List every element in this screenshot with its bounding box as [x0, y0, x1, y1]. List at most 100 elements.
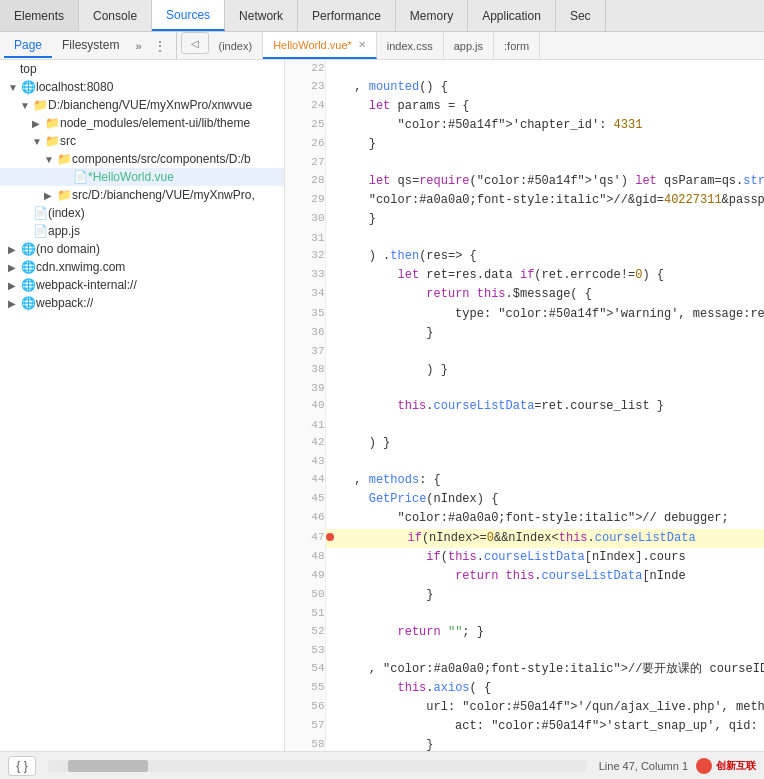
tab-sec[interactable]: Sec: [556, 0, 606, 31]
line-content[interactable]: ) }: [325, 434, 764, 453]
line-content[interactable]: }: [325, 324, 764, 343]
close-icon[interactable]: ✕: [358, 39, 366, 50]
line-number: 44: [285, 471, 325, 490]
more-button[interactable]: »: [129, 36, 147, 56]
arrow-icon: ▶: [8, 280, 20, 291]
tab-page[interactable]: Page: [4, 34, 52, 58]
line-content[interactable]: , "color:#a0a0a0;font-style:italic">//要开…: [325, 660, 764, 679]
tab-network[interactable]: Network: [225, 0, 298, 31]
folder-icon: 📁: [44, 116, 60, 130]
tree-item-srcdir[interactable]: ▶ 📁 src/D:/biancheng/VUE/myXnwPro,: [0, 186, 284, 204]
code-line: 49 return this.courseListData[nInde: [285, 567, 764, 586]
code-line: 45 GetPrice(nIndex) {: [285, 490, 764, 509]
line-content[interactable]: , mounted() {: [325, 78, 764, 97]
tree-item-cdn[interactable]: ▶ 🌐 cdn.xnwimg.com: [0, 258, 284, 276]
line-content[interactable]: }: [325, 135, 764, 154]
line-number: 49: [285, 567, 325, 586]
code-line: 26 }: [285, 135, 764, 154]
line-number: 24: [285, 97, 325, 116]
tree-item-index[interactable]: 📄 (index): [0, 204, 284, 222]
line-content[interactable]: type: "color:#50a14f">'warning', message…: [325, 305, 764, 324]
line-content[interactable]: this.courseListData=ret.course_list }: [325, 397, 764, 416]
tree-item-components[interactable]: ▼ 📁 components/src/components/D:/b: [0, 150, 284, 168]
line-content[interactable]: "color:#a0a0a0;font-style:italic">//&gid…: [325, 191, 764, 210]
line-content[interactable]: "color:#a0a0a0;font-style:italic">// deb…: [325, 509, 764, 528]
kebab-menu-button[interactable]: ⋮: [148, 35, 172, 57]
status-bar: { } Line 47, Column 1 创新互联: [0, 751, 764, 779]
line-content[interactable]: [325, 380, 764, 398]
line-content[interactable]: [325, 605, 764, 623]
line-content[interactable]: if(nIndex>=0&&nIndex<this.courseListData: [325, 529, 764, 548]
horizontal-scrollbar[interactable]: [48, 760, 587, 772]
line-number: 48: [285, 548, 325, 567]
domain-icon: 🌐: [20, 80, 36, 94]
line-number: 43: [285, 453, 325, 471]
tab-console[interactable]: Console: [79, 0, 152, 31]
line-number: 42: [285, 434, 325, 453]
line-content[interactable]: [325, 343, 764, 361]
line-content[interactable]: this.axios( {: [325, 679, 764, 698]
line-content[interactable]: let ret=res.data if(ret.errcode!=0) {: [325, 266, 764, 285]
tree-item-biancheng[interactable]: ▼ 📁 D:/biancheng/VUE/myXnwPro/xnwvue: [0, 96, 284, 114]
line-content[interactable]: }: [325, 736, 764, 751]
line-content[interactable]: [325, 453, 764, 471]
line-content[interactable]: ) .then(res=> {: [325, 247, 764, 266]
tree-item-webpack[interactable]: ▶ 🌐 webpack://: [0, 294, 284, 312]
line-content[interactable]: "color:#50a14f">'chapter_id': 4331: [325, 116, 764, 135]
tab-sources[interactable]: Sources: [152, 0, 225, 31]
code-table: 2223 , mounted() {24 let params = {25 "c…: [285, 60, 764, 751]
code-line: 51: [285, 605, 764, 623]
line-content[interactable]: GetPrice(nIndex) {: [325, 490, 764, 509]
line-content[interactable]: [325, 642, 764, 660]
file-tab-appjs[interactable]: app.js: [444, 32, 494, 59]
file-tab-form[interactable]: :form: [494, 32, 540, 59]
line-content[interactable]: url: "color:#50a14f">'/qun/ajax_live.php…: [325, 698, 764, 717]
file-tab-helloworld[interactable]: HelloWorld.vue* ✕: [263, 32, 377, 59]
line-content[interactable]: }: [325, 586, 764, 605]
tab-application[interactable]: Application: [468, 0, 556, 31]
breakpoint-icon: [326, 533, 334, 541]
line-content[interactable]: if(this.courseListData[nIndex].cours: [325, 548, 764, 567]
code-editor[interactable]: 2223 , mounted() {24 let params = {25 "c…: [285, 60, 764, 751]
line-content[interactable]: }: [325, 210, 764, 229]
tree-item-appjs[interactable]: 📄 app.js: [0, 222, 284, 240]
line-content[interactable]: return ""; }: [325, 623, 764, 642]
scrollbar-thumb[interactable]: [68, 760, 148, 772]
line-content[interactable]: let qs=require("color:#50a14f">'qs') let…: [325, 172, 764, 191]
line-content[interactable]: return this.$message( {: [325, 285, 764, 304]
line-number: 26: [285, 135, 325, 154]
tree-item-nodomain[interactable]: ▶ 🌐 (no domain): [0, 240, 284, 258]
tree-item-top[interactable]: top: [0, 60, 284, 78]
cursor-position: Line 47, Column 1: [599, 760, 688, 772]
tab-filesystem[interactable]: Filesystem: [52, 34, 129, 58]
code-line: 32 ) .then(res=> {: [285, 247, 764, 266]
folder-icon: 📁: [32, 98, 48, 112]
tree-item-helloworld-vue[interactable]: 📄 *HelloWorld.vue: [0, 168, 284, 186]
tab-elements[interactable]: Elements: [0, 0, 79, 31]
file-tab-indexcss[interactable]: index.css: [377, 32, 444, 59]
code-line: 57 act: "color:#50a14f">'start_snap_up',…: [285, 717, 764, 736]
format-button[interactable]: { }: [8, 756, 36, 776]
line-content[interactable]: [325, 230, 764, 248]
line-content[interactable]: act: "color:#50a14f">'start_snap_up', qi…: [325, 717, 764, 736]
line-content[interactable]: return this.courseListData[nInde: [325, 567, 764, 586]
arrow-icon: ▼: [20, 100, 32, 111]
code-line: 40 this.courseListData=ret.course_list }: [285, 397, 764, 416]
line-content[interactable]: let params = {: [325, 97, 764, 116]
line-content[interactable]: [325, 154, 764, 172]
file-tab-index[interactable]: (index): [209, 32, 264, 59]
line-content[interactable]: [325, 417, 764, 435]
line-content[interactable]: [325, 60, 764, 78]
tree-item-webpack-internal[interactable]: ▶ 🌐 webpack-internal://: [0, 276, 284, 294]
code-line: 35 type: "color:#50a14f">'warning', mess…: [285, 305, 764, 324]
vue-file-icon: 📄: [72, 170, 88, 184]
tab-performance[interactable]: Performance: [298, 0, 396, 31]
tab-memory[interactable]: Memory: [396, 0, 468, 31]
tree-item-localhost[interactable]: ▼ 🌐 localhost:8080: [0, 78, 284, 96]
navigate-back-icon[interactable]: ◁: [181, 32, 209, 54]
tree-item-nodemodules[interactable]: ▶ 📁 node_modules/element-ui/lib/theme: [0, 114, 284, 132]
tree-item-src[interactable]: ▼ 📁 src: [0, 132, 284, 150]
line-content[interactable]: ) }: [325, 361, 764, 380]
code-line: 28 let qs=require("color:#50a14f">'qs') …: [285, 172, 764, 191]
line-content[interactable]: , methods: {: [325, 471, 764, 490]
